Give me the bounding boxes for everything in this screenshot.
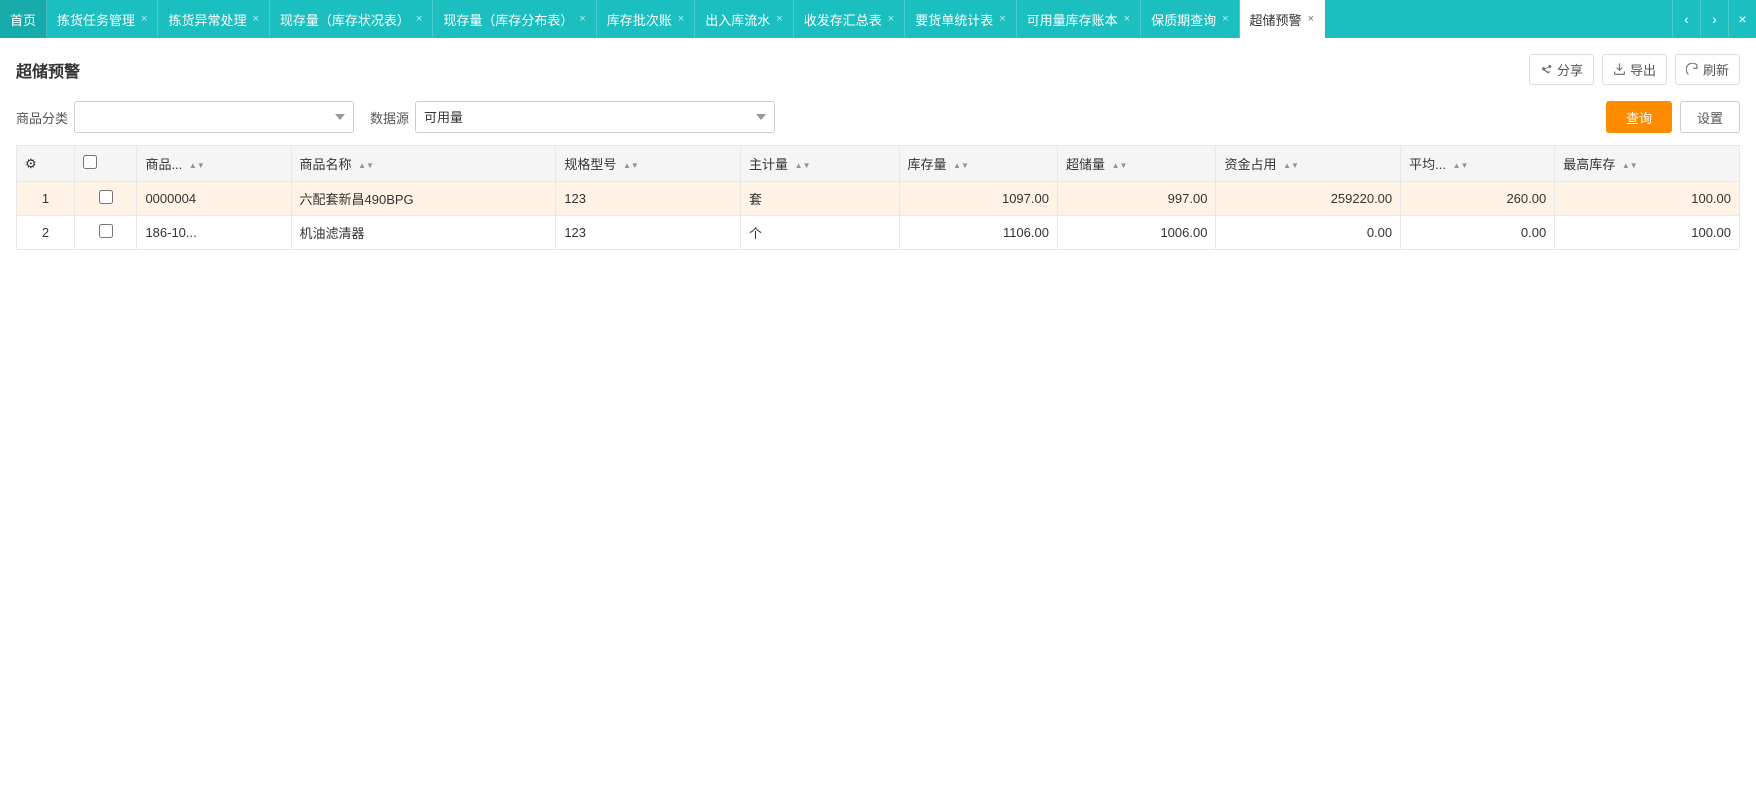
close-icon[interactable]: × bbox=[1308, 13, 1314, 25]
export-button[interactable]: 导出 bbox=[1602, 54, 1667, 85]
nav-stock-dist[interactable]: 现存量（库存分布表） × bbox=[433, 0, 596, 38]
row-checkbox-cell bbox=[74, 182, 137, 216]
cell-unit: 个 bbox=[741, 216, 899, 250]
nav-prev-arrow[interactable]: ‹ bbox=[1672, 0, 1700, 38]
table-row: 2 186-10... 机油滤清器 123 个 1106.00 1006.00 … bbox=[17, 216, 1740, 250]
query-button[interactable]: 查询 bbox=[1606, 101, 1672, 133]
cell-overstock: 1006.00 bbox=[1057, 216, 1215, 250]
top-nav: 首页 拣货任务管理 × 拣货异常处理 × 现存量（库存状况表） × 现存量（库存… bbox=[0, 0, 1756, 38]
refresh-icon bbox=[1686, 63, 1699, 76]
cell-unit: 套 bbox=[741, 182, 899, 216]
table-body: 1 0000004 六配套新昌490BPG 123 套 1097.00 997.… bbox=[17, 182, 1740, 250]
nav-exception[interactable]: 拣货异常处理 × bbox=[158, 0, 269, 38]
close-icon[interactable]: × bbox=[999, 13, 1005, 25]
sort-icon[interactable]: ▲▼ bbox=[623, 162, 639, 170]
filter-right-group: 查询 设置 bbox=[1606, 101, 1740, 133]
export-icon bbox=[1613, 63, 1626, 76]
cell-avg: 260.00 bbox=[1401, 182, 1555, 216]
page-header: 超储预警 分享 导出 刷新 bbox=[16, 54, 1740, 85]
th-product-name: 商品名称 ▲▼ bbox=[291, 146, 556, 182]
cell-stock: 1097.00 bbox=[899, 182, 1057, 216]
cell-spec: 123 bbox=[556, 216, 741, 250]
cell-product-code: 0000004 bbox=[137, 182, 291, 216]
category-label: 商品分类 bbox=[16, 108, 68, 127]
close-icon[interactable]: × bbox=[416, 13, 422, 25]
th-spec: 规格型号 ▲▼ bbox=[556, 146, 741, 182]
nav-home[interactable]: 首页 bbox=[0, 0, 47, 38]
sort-icon[interactable]: ▲▼ bbox=[358, 162, 374, 170]
sort-icon[interactable]: ▲▼ bbox=[189, 162, 205, 170]
table-row: 1 0000004 六配套新昌490BPG 123 套 1097.00 997.… bbox=[17, 182, 1740, 216]
settings-button[interactable]: 设置 bbox=[1680, 101, 1740, 133]
cell-spec: 123 bbox=[556, 182, 741, 216]
nav-order-stats[interactable]: 要货单统计表 × bbox=[905, 0, 1016, 38]
sort-icon[interactable]: ▲▼ bbox=[1283, 162, 1299, 170]
share-icon bbox=[1540, 63, 1553, 76]
close-icon[interactable]: × bbox=[579, 13, 585, 25]
th-unit: 主计量 ▲▼ bbox=[741, 146, 899, 182]
sort-icon[interactable]: ▲▼ bbox=[795, 162, 811, 170]
cell-product-code: 186-10... bbox=[137, 216, 291, 250]
close-icon[interactable]: × bbox=[252, 13, 258, 25]
datasource-select[interactable]: 可用量 库存量 bbox=[415, 101, 775, 133]
row-checkbox[interactable] bbox=[99, 224, 113, 238]
nav-flow[interactable]: 出入库流水 × bbox=[695, 0, 793, 38]
th-checkbox bbox=[74, 146, 137, 182]
sort-icon[interactable]: ▲▼ bbox=[1112, 162, 1128, 170]
close-icon[interactable]: × bbox=[678, 13, 684, 25]
page-title: 超储预警 bbox=[16, 58, 80, 82]
main-content: 超储预警 分享 导出 刷新 商品分类 数据源 bbox=[0, 38, 1756, 800]
cell-max-stock: 100.00 bbox=[1555, 182, 1740, 216]
nav-arrows: ‹ › × bbox=[1672, 0, 1756, 38]
category-select[interactable] bbox=[74, 101, 354, 133]
th-settings: ⚙ bbox=[17, 146, 75, 182]
th-product-code: 商品... ▲▼ bbox=[137, 146, 291, 182]
cell-capital: 259220.00 bbox=[1216, 182, 1401, 216]
close-icon[interactable]: × bbox=[776, 13, 782, 25]
settings-icon[interactable]: ⚙ bbox=[25, 156, 37, 171]
nav-expiry[interactable]: 保质期查询 × bbox=[1141, 0, 1239, 38]
datasource-label: 数据源 bbox=[370, 108, 409, 127]
select-all-checkbox[interactable] bbox=[83, 155, 97, 169]
cell-avg: 0.00 bbox=[1401, 216, 1555, 250]
nav-batch[interactable]: 库存批次账 × bbox=[597, 0, 695, 38]
th-overstock: 超储量 ▲▼ bbox=[1057, 146, 1215, 182]
nav-next-arrow[interactable]: › bbox=[1700, 0, 1728, 38]
nav-available[interactable]: 可用量库存账本 × bbox=[1017, 0, 1141, 38]
close-icon[interactable]: × bbox=[1124, 13, 1130, 25]
sort-icon[interactable]: ▲▼ bbox=[1453, 162, 1469, 170]
data-table: ⚙ 商品... ▲▼ 商品名称 ▲▼ 规格型号 ▲▼ 主计 bbox=[16, 145, 1740, 250]
row-index: 1 bbox=[17, 182, 75, 216]
cell-product-name: 六配套新昌490BPG bbox=[291, 182, 556, 216]
th-capital: 资金占用 ▲▼ bbox=[1216, 146, 1401, 182]
filter-bar: 商品分类 数据源 可用量 库存量 查询 设置 bbox=[16, 101, 1740, 133]
page-actions: 分享 导出 刷新 bbox=[1529, 54, 1740, 85]
table-header: ⚙ 商品... ▲▼ 商品名称 ▲▼ 规格型号 ▲▼ 主计 bbox=[17, 146, 1740, 182]
refresh-button[interactable]: 刷新 bbox=[1675, 54, 1740, 85]
sort-icon[interactable]: ▲▼ bbox=[953, 162, 969, 170]
row-checkbox[interactable] bbox=[99, 190, 113, 204]
datasource-filter: 数据源 可用量 库存量 bbox=[370, 101, 775, 133]
close-icon[interactable]: × bbox=[141, 13, 147, 25]
row-index: 2 bbox=[17, 216, 75, 250]
nav-close-arrow[interactable]: × bbox=[1728, 0, 1756, 38]
cell-overstock: 997.00 bbox=[1057, 182, 1215, 216]
th-avg: 平均... ▲▼ bbox=[1401, 146, 1555, 182]
row-checkbox-cell bbox=[74, 216, 137, 250]
nav-stock-status[interactable]: 现存量（库存状况表） × bbox=[270, 0, 433, 38]
cell-capital: 0.00 bbox=[1216, 216, 1401, 250]
close-icon[interactable]: × bbox=[1222, 13, 1228, 25]
cell-stock: 1106.00 bbox=[899, 216, 1057, 250]
th-stock: 库存量 ▲▼ bbox=[899, 146, 1057, 182]
cell-product-name: 机油滤清器 bbox=[291, 216, 556, 250]
cell-max-stock: 100.00 bbox=[1555, 216, 1740, 250]
category-filter: 商品分类 bbox=[16, 101, 354, 133]
th-max-stock: 最高库存 ▲▼ bbox=[1555, 146, 1740, 182]
nav-summary[interactable]: 收发存汇总表 × bbox=[794, 0, 905, 38]
sort-icon[interactable]: ▲▼ bbox=[1622, 162, 1638, 170]
share-button[interactable]: 分享 bbox=[1529, 54, 1594, 85]
nav-task-mgmt[interactable]: 拣货任务管理 × bbox=[47, 0, 158, 38]
close-icon[interactable]: × bbox=[888, 13, 894, 25]
nav-overstock[interactable]: 超储预警 × bbox=[1240, 0, 1325, 38]
